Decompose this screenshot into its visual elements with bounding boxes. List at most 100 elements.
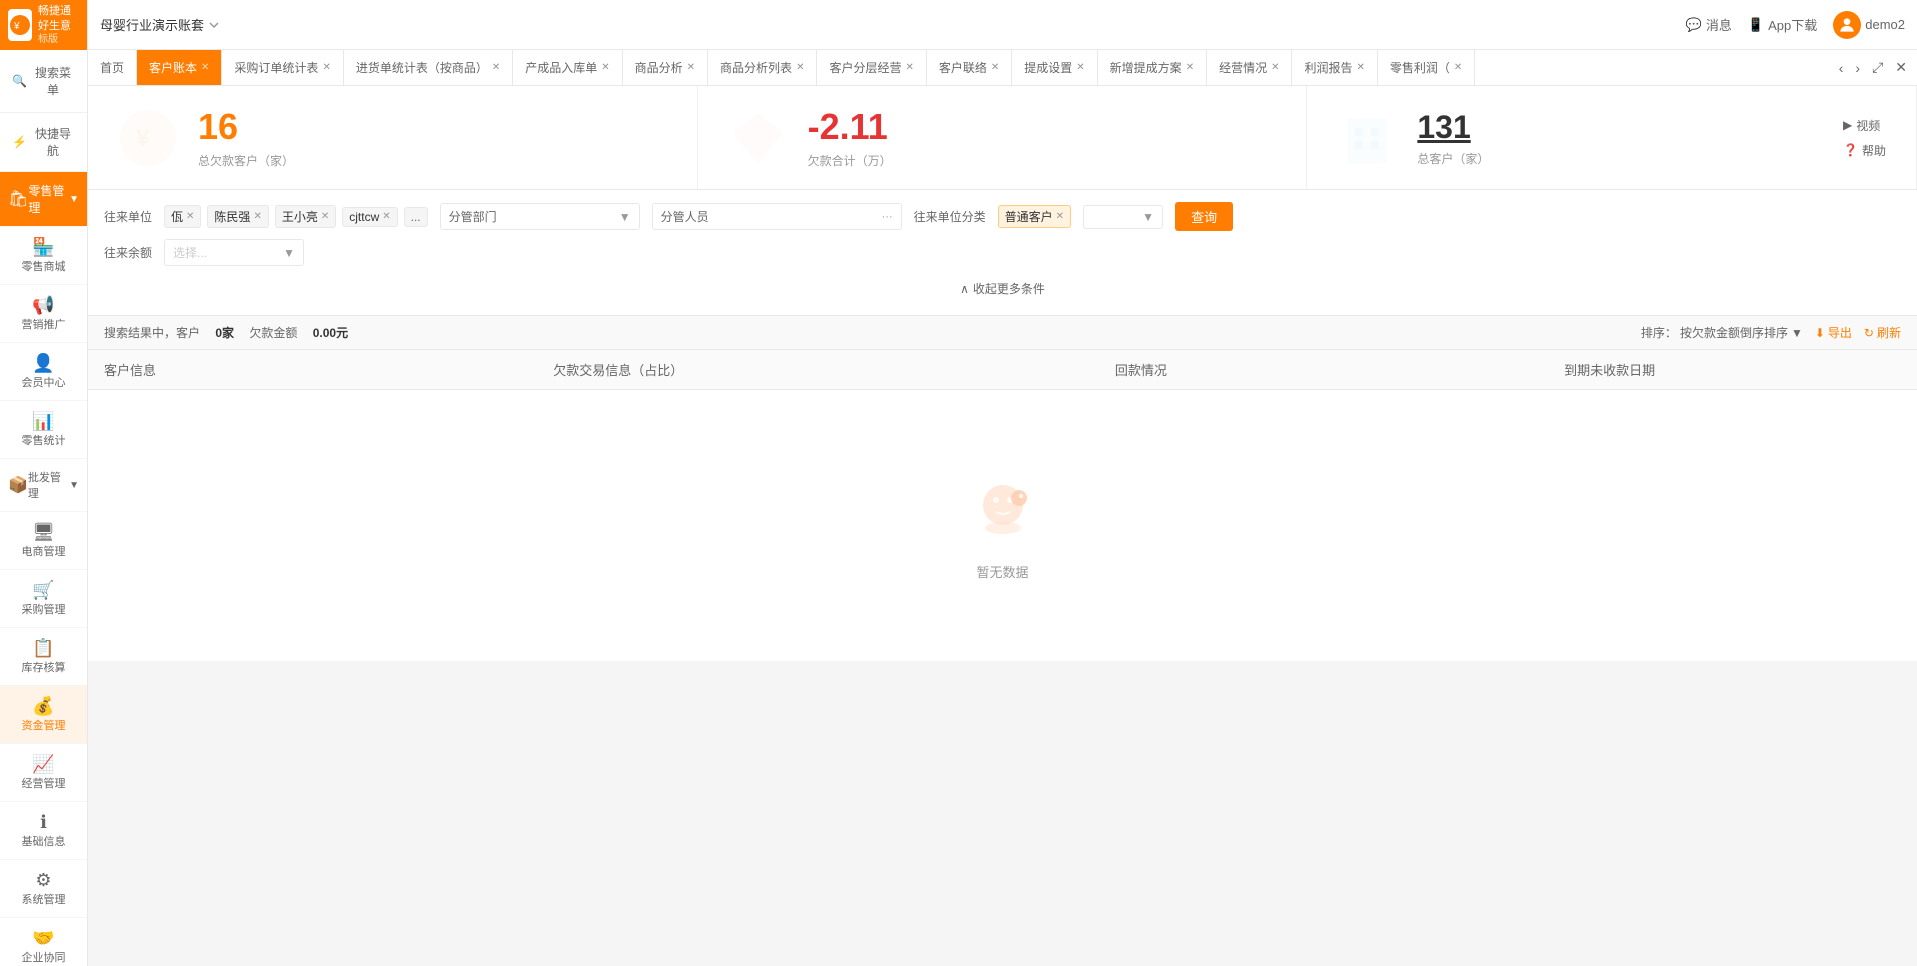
tab-operations[interactable]: 经营情况 ✕ [1207, 50, 1292, 85]
help-action[interactable]: ❓ 帮助 [1843, 142, 1886, 159]
tab-customer-contact[interactable]: 客户联络 ✕ [927, 50, 1012, 85]
tab-purchase-order[interactable]: 采购订单统计表 ✕ [222, 50, 343, 85]
app-download-button[interactable]: 📱 App下载 [1748, 15, 1817, 34]
tab-close-icon[interactable]: ✕ [687, 62, 695, 73]
stat-card-total: 131 总客户（家） ▶ 视频 ❓ 帮助 [1307, 86, 1917, 189]
tab-close-icon[interactable]: ✕ [796, 62, 804, 73]
svg-text:¥: ¥ [13, 21, 20, 32]
stat-card-1-info: 16 总欠款客户（家） [198, 106, 294, 169]
table-container: 客户信息 欠款交易信息（占比） 回款情况 到期未收款日期 [88, 350, 1917, 661]
sidebar-item-inventory[interactable]: 📋 库存核算 [0, 628, 87, 686]
tab-close-icon[interactable]: ✕ [991, 62, 999, 73]
sidebar-item-label: 营销推广 [22, 316, 66, 332]
tab-label: 采购订单统计表 [234, 59, 318, 76]
message-button[interactable]: 💬 消息 [1686, 15, 1732, 34]
building-bg-icon [1337, 108, 1397, 168]
collapse-button[interactable]: ∧ 收起更多条件 [104, 274, 1901, 303]
result-bar: 搜索结果中，客户 0家 欠款金额 0.00元 排序： 按欠款金额倒序排序 ▼ ⬇… [88, 316, 1917, 350]
search-menu-button[interactable]: 🔍 搜索菜单 [8, 60, 79, 102]
tab-account[interactable]: 客户账本 ✕ [137, 50, 222, 85]
tab-close-icon[interactable]: ✕ [1454, 62, 1462, 73]
tab-close-icon[interactable]: ✕ [1357, 62, 1365, 73]
tab-close-icon[interactable]: ✕ [201, 62, 209, 73]
tab-raise-settings[interactable]: 提成设置 ✕ [1012, 50, 1097, 85]
sidebar-item-finance[interactable]: 💰 资金管理 [0, 686, 87, 744]
result-label2: 欠款金额 [249, 326, 297, 340]
result-count: 0家 [215, 326, 234, 340]
filter-area: 往来单位 佤 ✕ 陈民强 ✕ 王小亮 ✕ cjttcw [88, 190, 1917, 316]
stat-card-debt: -2.11 欠款合计（万） [698, 86, 1308, 189]
tab-home[interactable]: 首页 [88, 50, 137, 85]
tag-close-normal[interactable]: ✕ [1056, 211, 1064, 222]
tab-prev-button[interactable]: ‹ [1835, 58, 1848, 78]
sidebar-item-marketing[interactable]: 📢 营销推广 [0, 285, 87, 343]
tag-close-wang[interactable]: ✕ [321, 211, 329, 222]
sidebar-item-system[interactable]: ⚙ 系统管理 [0, 860, 87, 918]
quick-nav-button[interactable]: ⚡ 快捷导航 [8, 121, 79, 163]
wholesale-icon: 📦 [8, 475, 28, 495]
tag-text: cjttcw [349, 210, 379, 224]
sidebar-item-basic-info[interactable]: ℹ 基础信息 [0, 802, 87, 860]
export-button[interactable]: ⬇ 导出 [1815, 324, 1852, 341]
sidebar-item-retail[interactable]: 🛍 零售管理 ▼ [0, 172, 87, 227]
sidebar-item-operations[interactable]: 📈 经营管理 [0, 744, 87, 802]
user-avatar-button[interactable]: demo2 [1833, 11, 1905, 39]
stat-number-customers: 16 [198, 106, 294, 148]
query-button[interactable]: 查询 [1175, 202, 1233, 231]
help-icon: ❓ [1843, 143, 1858, 157]
tag-close-wa[interactable]: ✕ [186, 211, 194, 222]
unit-tag-cjttcw: cjttcw ✕ [342, 207, 397, 227]
dept-select[interactable]: 分管部门 ▼ [440, 203, 640, 230]
sort-select[interactable]: 排序： 按欠款金额倒序排序 ▼ [1641, 324, 1803, 341]
tab-close-icon[interactable]: ✕ [905, 62, 913, 73]
tab-customer-tier[interactable]: 客户分层经营 ✕ [817, 50, 926, 85]
tab-new-raise[interactable]: 新增提成方案 ✕ [1098, 50, 1207, 85]
unit-tag-more[interactable]: ... [404, 207, 428, 227]
tab-purchase-stat[interactable]: 进货单统计表（按商品） ✕ [344, 50, 513, 85]
category-dropdown[interactable]: ▼ [1083, 205, 1163, 229]
tag-close-chen[interactable]: ✕ [253, 211, 261, 222]
tab-close-icon[interactable]: ✕ [1271, 62, 1279, 73]
sidebar-item-member[interactable]: 👤 会员中心 [0, 343, 87, 401]
tab-close-icon[interactable]: ✕ [492, 62, 500, 73]
operations-icon: 📈 [32, 754, 54, 775]
balance-select[interactable]: 选择... ▼ [164, 239, 304, 266]
topbar-left: 母婴行业演示账套 [100, 15, 220, 34]
video-action[interactable]: ▶ 视频 [1843, 117, 1886, 134]
stat-card-actions: ▶ 视频 ❓ 帮助 [1843, 117, 1886, 159]
tab-expand-button[interactable]: ⤢ [1868, 57, 1887, 78]
tag-close-cjttcw[interactable]: ✕ [382, 211, 390, 222]
message-icon: 💬 [1686, 17, 1702, 33]
sidebar-item-label: 基础信息 [22, 833, 66, 849]
tab-product-analysis[interactable]: 商品分析 ✕ [623, 50, 708, 85]
tab-retail-profit[interactable]: 零售利润（ ✕ [1378, 50, 1475, 85]
topbar-right: 💬 消息 📱 App下载 demo2 [1686, 11, 1905, 39]
chevron-down-icon: ▼ [69, 480, 79, 491]
tab-close-icon[interactable]: ✕ [1076, 62, 1084, 73]
tab-close-icon[interactable]: ✕ [1186, 62, 1194, 73]
sidebar-item-label: 资金管理 [22, 717, 66, 733]
tab-close-all-button[interactable]: ✕ [1891, 57, 1911, 78]
sidebar-item-purchase[interactable]: 🛒 采购管理 [0, 570, 87, 628]
sidebar-item-corp-collab[interactable]: 🤝 企业协同 [0, 918, 87, 966]
sort-value: 按欠款金额倒序排序 [1680, 324, 1788, 341]
balance-arrow-icon: ▼ [283, 246, 295, 260]
tab-next-button[interactable]: › [1851, 58, 1864, 78]
table-header: 客户信息 欠款交易信息（占比） 回款情况 到期未收款日期 [88, 350, 1917, 390]
sidebar-item-ecommerce[interactable]: 🖥 电商管理 [0, 512, 87, 570]
tab-profit-report[interactable]: 利润报告 ✕ [1292, 50, 1377, 85]
person-select[interactable]: 分管人员 ··· [652, 203, 902, 230]
tab-close-icon[interactable]: ✕ [601, 62, 609, 73]
sidebar-item-wholesale[interactable]: 📦 批发管理 ▼ [0, 459, 87, 512]
sidebar-item-retail-stats[interactable]: 📊 零售统计 [0, 401, 87, 459]
tab-inbound[interactable]: 产成品入库单 ✕ [513, 50, 622, 85]
tab-product-analysis-list[interactable]: 商品分析列表 ✕ [708, 50, 817, 85]
refresh-button[interactable]: ↻ 刷新 [1864, 324, 1901, 341]
sidebar-item-label: 库存核算 [22, 659, 66, 675]
stat-label-total: 总客户（家） [1417, 150, 1489, 167]
finance-icon: 💰 [32, 696, 54, 717]
sidebar-item-retail-mall[interactable]: 🏪 零售商城 [0, 227, 87, 285]
tab-close-icon[interactable]: ✕ [322, 62, 330, 73]
company-select[interactable]: 母婴行业演示账套 [100, 15, 220, 34]
sidebar-item-label: 批发管理 [28, 469, 69, 501]
